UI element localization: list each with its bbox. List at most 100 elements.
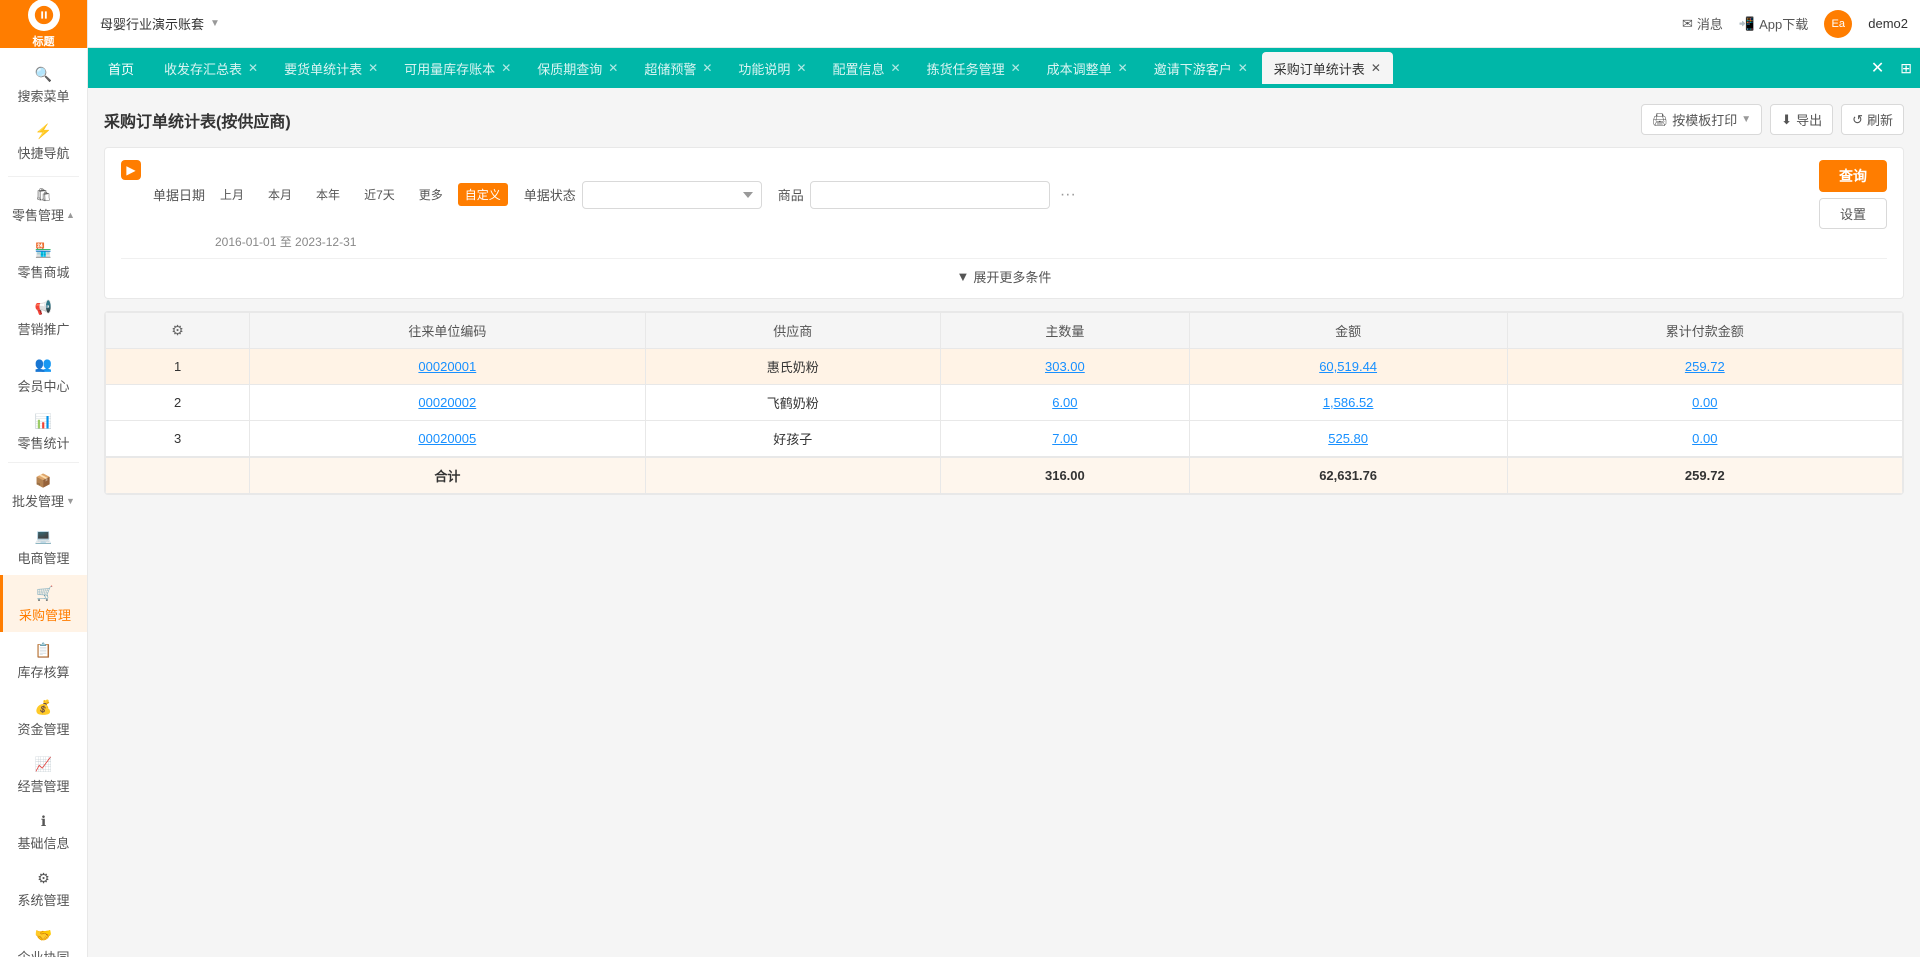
date-shortcut-more[interactable]: 更多 [410,183,452,206]
tab-invite-downstream-close[interactable]: ✕ [1238,61,1248,75]
sidebar-item-ecommerce[interactable]: 💻 电商管理 [0,518,87,575]
app-download-label: App下载 [1759,14,1808,33]
tab-pick-task-label: 拣货任务管理 [927,59,1005,78]
sidebar-item-retail-mgmt[interactable]: 🛍 零售管理 ▲ [0,179,87,232]
date-shortcut-7days[interactable]: 近7天 [355,183,404,206]
col-code: 往来单位编码 [250,313,645,349]
row-quantity[interactable]: 303.00 [941,349,1190,385]
tab-order-stats-close[interactable]: ✕ [368,61,378,75]
sidebar-item-inventory[interactable]: 📋 库存核算 [0,632,87,689]
tab-overstock-warning-label: 超储预警 [644,59,696,78]
tab-available-inventory-close[interactable]: ✕ [501,61,511,75]
row-paid[interactable]: 0.00 [1507,421,1902,458]
sidebar-item-retail-stats[interactable]: 📊 零售统计 [0,403,87,460]
tab-config-info-close[interactable]: ✕ [891,61,901,75]
sidebar-item-purchase-label: 采购管理 [19,605,71,624]
row-amount[interactable]: 1,586.52 [1189,385,1507,421]
row-code[interactable]: 00020001 [250,349,645,385]
sidebar-item-marketing[interactable]: 📢 营销推广 [0,289,87,346]
sidebar-item-retail-shop[interactable]: 🏪 零售商城 [0,232,87,289]
footer-empty-1 [106,457,250,494]
row-code[interactable]: 00020002 [250,385,645,421]
sidebar-search-btn[interactable]: 🔍 搜索菜单 [4,56,83,113]
app-download-icon: 📲 [1739,16,1755,32]
export-btn[interactable]: ⬇ 导出 [1770,104,1833,135]
sidebar-item-base-info[interactable]: ℹ 基础信息 [0,803,87,860]
print-btn[interactable]: 🖨 按模板打印 ▼ [1641,104,1762,135]
close-all-tabs-btn[interactable]: ✕ [1867,58,1888,78]
sidebar-item-system[interactable]: ⚙ 系统管理 [0,860,87,917]
date-shortcut-last-month[interactable]: 上月 [211,183,253,206]
tab-quality-expiry-close[interactable]: ✕ [608,61,618,75]
sidebar-item-system-label: 系统管理 [17,890,69,909]
date-shortcut-this-year[interactable]: 本年 [307,183,349,206]
app-download-btn[interactable]: 📲 App下载 [1739,14,1808,33]
tab-receive-send-summary[interactable]: 收发存汇总表 ✕ [152,52,270,84]
tab-quality-expiry[interactable]: 保质期查询 ✕ [525,52,630,84]
search-icon: 🔍 [34,64,54,84]
goods-filter-input[interactable] [810,181,1050,209]
sidebar-item-operation[interactable]: 📈 经营管理 [0,746,87,803]
filter-goods-item: 商品 ··· [778,181,1076,209]
username-label[interactable]: demo2 [1868,16,1908,31]
tab-overstock-warning-close[interactable]: ✕ [702,61,712,75]
refresh-btn[interactable]: ↺ 刷新 [1841,104,1904,135]
tab-purchase-order-stats[interactable]: 采购订单统计表 ✕ [1262,52,1393,84]
row-index: 3 [106,421,250,458]
sidebar-quicknav-btn[interactable]: ⚡ 快捷导航 [4,113,83,170]
row-paid[interactable]: 0.00 [1507,385,1902,421]
message-btn[interactable]: ✉ 消息 [1682,14,1723,33]
retail-mgmt-arrow: ▲ [66,210,75,220]
status-filter-select[interactable] [582,181,762,209]
row-code[interactable]: 00020005 [250,421,645,458]
row-quantity[interactable]: 7.00 [941,421,1190,458]
date-shortcut-this-month[interactable]: 本月 [259,183,301,206]
user-avatar[interactable]: Ea [1824,10,1852,38]
home-tab-label: 首页 [108,59,134,78]
expand-more-btn[interactable]: ▼ 展开更多条件 [957,267,1052,286]
footer-empty-2 [645,457,941,494]
table-settings-icon[interactable]: ⚙ [171,322,184,338]
tab-cost-adjust[interactable]: 成本调整单 ✕ [1035,52,1140,84]
settings-btn[interactable]: 设置 [1819,198,1887,229]
tab-config-info[interactable]: 配置信息 ✕ [820,52,912,84]
sidebar-item-enterprise[interactable]: 🤝 企业协同 [0,917,87,957]
tab-invite-downstream[interactable]: 邀请下游客户 ✕ [1142,52,1260,84]
tab-order-stats[interactable]: 要货单统计表 ✕ [272,52,390,84]
sidebar-item-wholesale-mgmt[interactable]: 📦 批发管理 ▼ [0,465,87,518]
topbar: 母婴行业演示账套 ▼ ✉ 消息 📲 App下载 Ea demo2 [88,0,1920,48]
tab-pick-task-close[interactable]: ✕ [1011,61,1021,75]
tab-function-desc-close[interactable]: ✕ [796,61,806,75]
sidebar-item-enterprise-label: 企业协同 [17,947,69,957]
sidebar: 标题 🔍 搜索菜单 ⚡ 快捷导航 🛍 零售管理 ▲ 🏪 零售商城 [0,0,88,957]
tab-pick-task[interactable]: 拣货任务管理 ✕ [915,52,1033,84]
goods-filter-more-icon[interactable]: ··· [1060,186,1076,204]
sidebar-item-purchase[interactable]: 🛒 采购管理 [0,575,87,632]
restore-tabs-btn[interactable]: ⊞ [1896,60,1916,77]
footer-amount: 62,631.76 [1189,457,1507,494]
tab-overstock-warning[interactable]: 超储预警 ✕ [632,52,724,84]
tab-home[interactable]: 首页 [92,52,150,84]
date-shortcut-custom[interactable]: 自定义 [458,183,508,206]
date-range-display: 2016-01-01 至 2023-12-31 [215,235,356,249]
col-settings[interactable]: ⚙ [106,313,250,349]
sidebar-item-operation-label: 经营管理 [17,776,69,795]
row-quantity[interactable]: 6.00 [941,385,1190,421]
row-amount[interactable]: 525.80 [1189,421,1507,458]
tab-receive-send-summary-close[interactable]: ✕ [248,61,258,75]
sidebar-item-member[interactable]: 👥 会员中心 [0,346,87,403]
filter-area: ▶ 单据日期 上月 本月 本年 近7天 更多 自定义 [104,147,1904,299]
tab-available-inventory[interactable]: 可用量库存账本 ✕ [392,52,523,84]
tab-function-desc[interactable]: 功能说明 ✕ [726,52,818,84]
query-btn[interactable]: 查询 [1819,160,1887,192]
sidebar-items: 🔍 搜索菜单 ⚡ 快捷导航 🛍 零售管理 ▲ 🏪 零售商城 📢 营销推广 👥 [0,48,87,957]
tab-quality-expiry-label: 保质期查询 [537,59,602,78]
row-amount[interactable]: 60,519.44 [1189,349,1507,385]
print-icon: 🖨 [1652,112,1669,128]
filter-collapse-btn[interactable]: ▶ [121,160,141,180]
sidebar-item-finance[interactable]: 💰 资金管理 [0,689,87,746]
tab-cost-adjust-close[interactable]: ✕ [1118,61,1128,75]
workspace-selector[interactable]: 母婴行业演示账套 ▼ [100,14,1682,33]
row-paid[interactable]: 259.72 [1507,349,1902,385]
tab-purchase-order-stats-close[interactable]: ✕ [1371,61,1381,75]
